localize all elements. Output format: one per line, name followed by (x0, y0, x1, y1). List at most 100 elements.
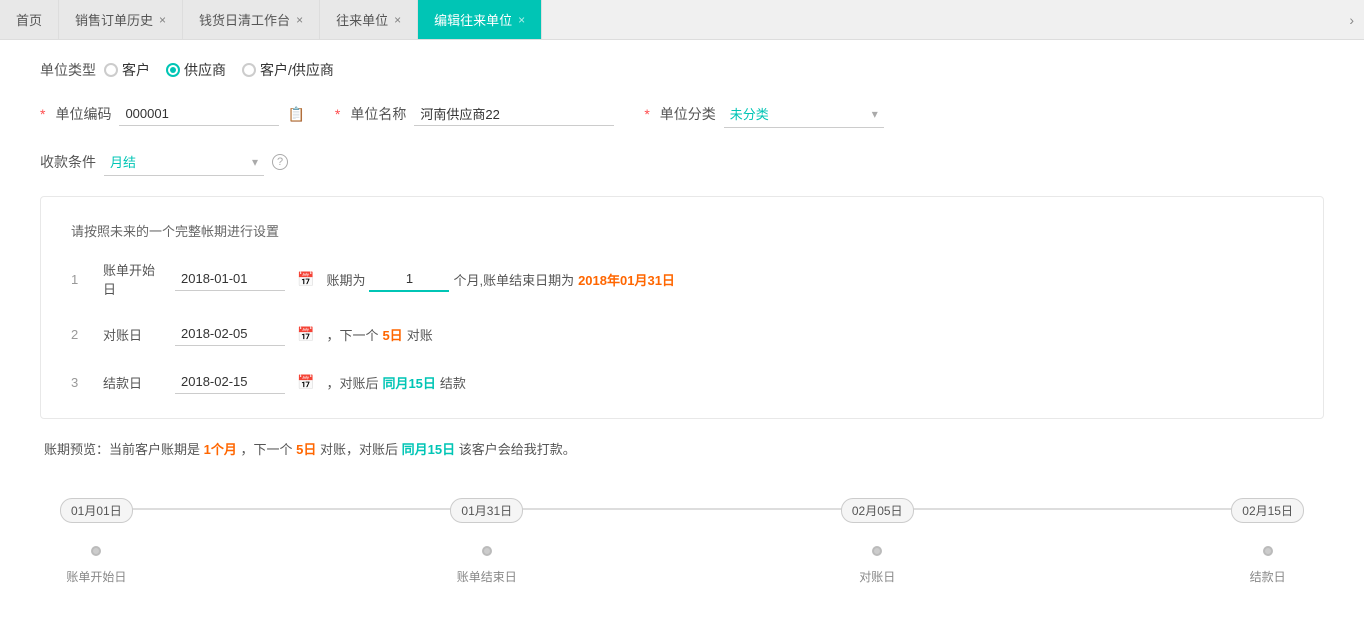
payment-terms-row: 收款条件 月结 ▾ ? (40, 148, 1324, 176)
tab-daily-work[interactable]: 钱货日清工作台 × (183, 0, 320, 39)
radio-customer-circle (104, 63, 118, 77)
period-row-2-highlight: 5日 (382, 325, 402, 344)
tab-sales-history-label: 销售订单历史 (75, 10, 153, 29)
unit-name-required: * (335, 106, 340, 122)
unit-type-radio-group: 客户 供应商 客户/供应商 (104, 60, 334, 80)
period-label-3: 结款日 (103, 373, 163, 392)
preview-suffix: 该客户会给我打款。 (459, 442, 576, 457)
preview-prefix: 账期预览：当前客户账期是 (44, 442, 200, 457)
radio-both-label: 客户/供应商 (260, 60, 334, 80)
timeline-dot-4 (1263, 546, 1273, 556)
timeline-point-1: 01月01日 账单开始日 (60, 498, 133, 585)
tab-edit-partner-label: 编辑往来单位 (434, 10, 512, 29)
period-row-2-comma: ，下一个 (326, 325, 378, 344)
tab-more-button[interactable]: › (1339, 0, 1364, 39)
unit-info-row: * 单位编码 📋 * 单位名称 * 单位分类 未分类 ▾ (40, 100, 1324, 128)
unit-category-required: * (644, 106, 649, 122)
tab-more-icon: › (1349, 12, 1354, 28)
period-num-1: 1 (71, 272, 91, 287)
payment-terms-field: 收款条件 月结 ▾ ? (40, 148, 288, 176)
calendar-icon-1[interactable]: 📅 (297, 271, 314, 288)
payment-terms-help[interactable]: ? (272, 154, 288, 170)
unit-type-row: 单位类型 客户 供应商 客户/供应商 (40, 60, 1324, 80)
tab-partners-close[interactable]: × (394, 13, 401, 27)
timeline-point-3: 02月05日 对账日 (841, 498, 914, 585)
unit-type-field: 单位类型 客户 供应商 客户/供应商 (40, 60, 334, 80)
period-date-3[interactable] (175, 370, 285, 394)
preview-part2: ，下一个 (241, 442, 293, 457)
calendar-icon-2[interactable]: 📅 (297, 326, 314, 343)
preview-section: 账期预览：当前客户账期是 1个月 ，下一个 5日 对账，对账后 同月15日 该客… (40, 439, 1324, 458)
main-content: 单位类型 客户 供应商 客户/供应商 * 单位编码 (0, 40, 1364, 635)
calendar-icon-3[interactable]: 📅 (297, 374, 314, 391)
period-date-1[interactable] (175, 267, 285, 291)
period-label-1: 账单开始日 (103, 260, 163, 298)
unit-type-label: 单位类型 (40, 60, 96, 80)
period-row-2: 2 对账日 📅 ，下一个 5日 对账 (71, 322, 1293, 346)
radio-customer[interactable]: 客户 (104, 60, 150, 80)
timeline-point-4: 02月15日 结款日 (1231, 498, 1304, 585)
unit-name-label: 单位名称 (350, 104, 406, 124)
timeline-sublabel-2: 账单结束日 (457, 568, 517, 585)
timeline-badge-4: 02月15日 (1231, 498, 1304, 523)
period-row-3-comma: ，对账后 (326, 373, 378, 392)
tab-home[interactable]: 首页 (0, 0, 59, 39)
payment-terms-chevron: ▾ (252, 155, 258, 169)
period-num-3: 3 (71, 375, 91, 390)
timeline-sublabel-1: 账单开始日 (66, 568, 126, 585)
tab-edit-partner[interactable]: 编辑往来单位 × (418, 0, 542, 39)
period-row-3-highlight: 同月15日 (382, 373, 435, 392)
unit-category-chevron: ▾ (872, 107, 878, 121)
tab-sales-history[interactable]: 销售订单历史 × (59, 0, 183, 39)
timeline-sublabel-3: 对账日 (859, 568, 895, 585)
timeline-dot-2 (482, 546, 492, 556)
radio-supplier[interactable]: 供应商 (166, 60, 226, 80)
payment-terms-label: 收款条件 (40, 152, 96, 172)
unit-category-field: * 单位分类 未分类 ▾ (644, 100, 883, 128)
tab-daily-work-label: 钱货日清工作台 (199, 10, 290, 29)
unit-code-field: * 单位编码 📋 (40, 102, 305, 126)
unit-name-field: * 单位名称 (335, 102, 614, 126)
period-label-2: 对账日 (103, 325, 163, 344)
radio-both-circle (242, 63, 256, 77)
period-row-3-suffix: 结款 (440, 373, 466, 392)
months-input[interactable] (369, 267, 449, 292)
timeline-sublabel-4: 结款日 (1250, 568, 1286, 585)
unit-code-copy-icon[interactable]: 📋 (287, 106, 304, 123)
tab-partners[interactable]: 往来单位 × (320, 0, 418, 39)
timeline-badge-3: 02月05日 (841, 498, 914, 523)
unit-category-label: 单位分类 (660, 104, 716, 124)
tab-partners-label: 往来单位 (336, 10, 388, 29)
timeline-badge-2: 01月31日 (450, 498, 523, 523)
radio-both[interactable]: 客户/供应商 (242, 60, 334, 80)
tab-edit-partner-close[interactable]: × (518, 13, 525, 27)
unit-code-required: * (40, 106, 45, 122)
preview-part1: 1个月 (204, 442, 237, 457)
timeline-badge-1: 01月01日 (60, 498, 133, 523)
period-row-3-text: ，对账后 同月15日 结款 (326, 373, 466, 392)
tab-daily-work-close[interactable]: × (296, 13, 303, 27)
timeline: 01月01日 账单开始日 01月31日 账单结束日 02月05日 对账日 02月… (40, 488, 1324, 615)
radio-customer-label: 客户 (122, 60, 150, 80)
period-row-2-suffix: 对账 (407, 325, 433, 344)
timeline-points: 01月01日 账单开始日 01月31日 账单结束日 02月05日 对账日 02月… (60, 498, 1304, 585)
tab-bar: 首页 销售订单历史 × 钱货日清工作台 × 往来单位 × 编辑往来单位 × › (0, 0, 1364, 40)
period-num-2: 2 (71, 327, 91, 342)
period-box-title: 请按照未来的一个完整帐期进行设置 (71, 221, 1293, 240)
payment-terms-select[interactable]: 月结 ▾ (104, 148, 264, 176)
timeline-point-2: 01月31日 账单结束日 (450, 498, 523, 585)
preview-part3: 5日 (296, 442, 316, 457)
timeline-dot-3 (872, 546, 882, 556)
radio-supplier-circle (166, 63, 180, 77)
unit-category-select[interactable]: 未分类 ▾ (724, 100, 884, 128)
unit-code-input[interactable] (119, 102, 279, 126)
payment-terms-value: 月结 (110, 152, 248, 171)
unit-name-input[interactable] (414, 102, 614, 126)
preview-part5: 同月15日 (402, 442, 455, 457)
period-date-2[interactable] (175, 322, 285, 346)
period-row-2-text: ，下一个 5日 对账 (326, 325, 432, 344)
unit-category-value: 未分类 (730, 104, 868, 123)
tab-sales-history-close[interactable]: × (159, 13, 166, 27)
period-row-1-text: 账期为 个月,账单结束日期为 2018年01月31日 (326, 267, 674, 292)
timeline-dot-1 (91, 546, 101, 556)
